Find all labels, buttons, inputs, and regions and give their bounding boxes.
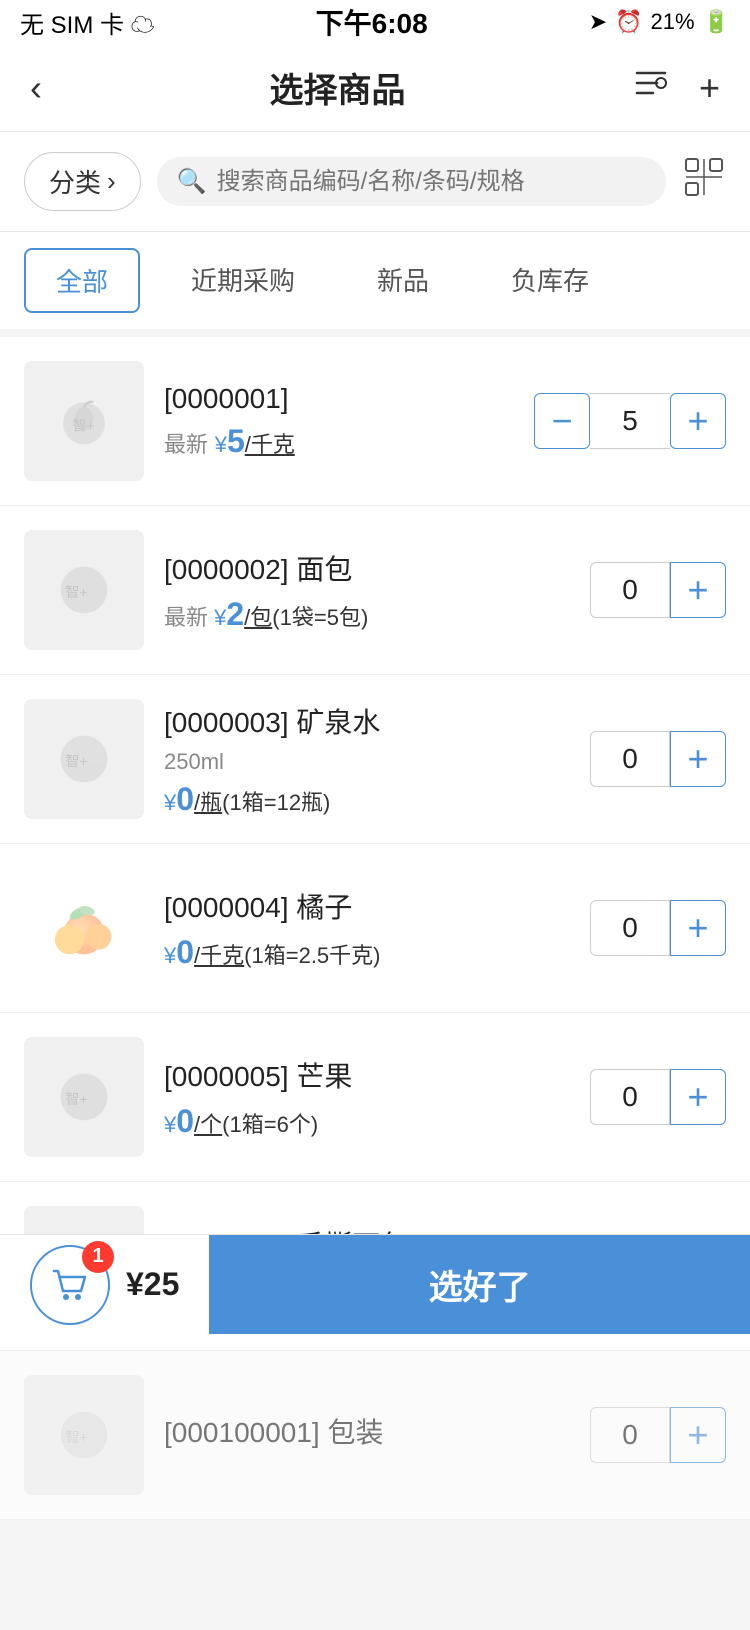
tab-negative-stock[interactable]: 负库存 bbox=[480, 248, 620, 313]
product-name: [0000005] 芒果 bbox=[164, 1055, 570, 1095]
svg-text:智+: 智+ bbox=[65, 753, 87, 769]
list-item: [0000004] 橘子 ¥0/千克(1箱=2.5千克) + bbox=[0, 844, 750, 1013]
increase-button[interactable]: + bbox=[670, 900, 726, 956]
search-icon: 🔍 bbox=[177, 167, 207, 196]
decrease-button[interactable]: − bbox=[534, 393, 590, 449]
increase-button[interactable]: + bbox=[670, 562, 726, 618]
list-item: 智+ [0000003] 矿泉水 250ml ¥0/瓶(1箱=12瓶) + bbox=[0, 675, 750, 844]
product-price: ¥0/千克(1箱=2.5千克) bbox=[164, 934, 570, 971]
increase-button[interactable]: + bbox=[670, 1069, 726, 1125]
svg-text:智+: 智+ bbox=[65, 584, 87, 600]
svg-text:智+: 智+ bbox=[72, 417, 94, 433]
tab-row: 全部 近期采购 新品 负库存 bbox=[0, 232, 750, 337]
quantity-input[interactable] bbox=[590, 1069, 670, 1125]
status-left: 无 SIM 卡 ☁ bbox=[20, 5, 155, 40]
sim-status: 无 SIM 卡 ☁ bbox=[20, 5, 155, 40]
product-image: 智+ bbox=[24, 530, 144, 650]
status-bar: 无 SIM 卡 ☁ 下午6:08 ➤ ⏰ 21% 🔋 bbox=[0, 0, 750, 44]
quantity-input[interactable] bbox=[590, 731, 670, 787]
product-image: 智+ bbox=[24, 1037, 144, 1157]
product-info: [000100001] 包装 bbox=[164, 1411, 570, 1459]
category-chevron: › bbox=[107, 166, 116, 197]
list-item: 智+ [000100001] 包装 + bbox=[0, 1351, 750, 1520]
cart-section: 1 ¥25 bbox=[0, 1245, 209, 1325]
category-button[interactable]: 分类 › bbox=[24, 152, 141, 211]
increase-button[interactable]: + bbox=[670, 731, 726, 787]
nav-actions: + bbox=[633, 65, 720, 110]
product-price: 最新 ¥5/千克 bbox=[164, 423, 514, 460]
filter-icon[interactable] bbox=[633, 65, 669, 110]
increase-button[interactable]: + bbox=[670, 1407, 726, 1463]
back-button[interactable]: ‹ bbox=[30, 67, 42, 109]
product-spec: 250ml bbox=[164, 749, 570, 775]
quantity-control: + bbox=[590, 731, 726, 787]
svg-text:智+: 智+ bbox=[65, 1429, 87, 1445]
scan-icon[interactable] bbox=[682, 155, 726, 208]
product-price: 最新 ¥2/包(1袋=5包) bbox=[164, 596, 570, 633]
svg-text:智+: 智+ bbox=[65, 1091, 87, 1107]
alarm-icon: ⏰ bbox=[615, 9, 642, 35]
list-item: 智+ [0000001] 最新 ¥5/千克 − + bbox=[0, 337, 750, 506]
category-label: 分类 bbox=[49, 163, 101, 200]
quantity-control: − + bbox=[534, 393, 726, 449]
product-name: [0000002] 面包 bbox=[164, 548, 570, 588]
tab-recent[interactable]: 近期采购 bbox=[160, 248, 326, 313]
product-name: [0000004] 橘子 bbox=[164, 886, 570, 926]
quantity-control: + bbox=[590, 1407, 726, 1463]
price-unit: /千克 bbox=[245, 432, 295, 457]
price-amount: 5 bbox=[227, 423, 245, 459]
product-info: [0000005] 芒果 ¥0/个(1箱=6个) bbox=[164, 1055, 570, 1140]
list-item: 智+ [0000005] 芒果 ¥0/个(1箱=6个) + bbox=[0, 1013, 750, 1182]
quantity-control: + bbox=[590, 1069, 726, 1125]
product-name: [0000001] bbox=[164, 383, 514, 415]
status-time: 下午6:08 bbox=[316, 2, 428, 42]
price-currency: ¥ bbox=[215, 432, 227, 457]
product-image bbox=[24, 868, 144, 988]
increase-button[interactable]: + bbox=[670, 393, 726, 449]
quantity-input[interactable] bbox=[590, 562, 670, 618]
product-list: 智+ [0000001] 最新 ¥5/千克 − + 智+ [0000002] 面… bbox=[0, 337, 750, 1630]
quantity-control: + bbox=[590, 900, 726, 956]
cart-button[interactable]: 1 bbox=[30, 1245, 110, 1325]
price-label: 最新 bbox=[164, 432, 208, 457]
add-icon[interactable]: + bbox=[699, 67, 720, 109]
quantity-input[interactable] bbox=[590, 1407, 670, 1463]
quantity-input[interactable] bbox=[590, 393, 670, 449]
battery-level: 21% bbox=[651, 9, 695, 35]
confirm-button[interactable]: 选好了 bbox=[209, 1235, 750, 1334]
product-info: [0000004] 橘子 ¥0/千克(1箱=2.5千克) bbox=[164, 886, 570, 971]
cart-badge: 1 bbox=[82, 1241, 114, 1273]
cart-total: ¥25 bbox=[126, 1266, 179, 1303]
bottom-bar: 1 ¥25 选好了 bbox=[0, 1234, 750, 1334]
status-right: ➤ ⏰ 21% 🔋 bbox=[589, 9, 730, 35]
search-input[interactable] bbox=[217, 168, 646, 196]
product-name: [000100001] 包装 bbox=[164, 1411, 570, 1451]
quantity-input[interactable] bbox=[590, 900, 670, 956]
location-icon: ➤ bbox=[589, 9, 607, 35]
search-row: 分类 › 🔍 bbox=[0, 132, 750, 232]
product-info: [0000002] 面包 最新 ¥2/包(1袋=5包) bbox=[164, 548, 570, 633]
product-image: 智+ bbox=[24, 361, 144, 481]
product-image: 智+ bbox=[24, 1375, 144, 1495]
battery-icon: 🔋 bbox=[703, 9, 730, 35]
search-input-wrap: 🔍 bbox=[157, 157, 666, 206]
list-item: 智+ [0000002] 面包 最新 ¥2/包(1袋=5包) + bbox=[0, 506, 750, 675]
product-price: ¥0/瓶(1箱=12瓶) bbox=[164, 781, 570, 818]
product-name: [0000003] 矿泉水 bbox=[164, 701, 570, 741]
product-price: ¥0/个(1箱=6个) bbox=[164, 1103, 570, 1140]
tab-all[interactable]: 全部 bbox=[24, 248, 140, 313]
page-title: 选择商品 bbox=[269, 63, 405, 112]
product-info: [0000001] 最新 ¥5/千克 bbox=[164, 383, 514, 460]
nav-bar: ‹ 选择商品 + bbox=[0, 44, 750, 132]
tab-new[interactable]: 新品 bbox=[346, 248, 460, 313]
product-image: 智+ bbox=[24, 699, 144, 819]
product-info: [0000003] 矿泉水 250ml ¥0/瓶(1箱=12瓶) bbox=[164, 701, 570, 818]
quantity-control: + bbox=[590, 562, 726, 618]
